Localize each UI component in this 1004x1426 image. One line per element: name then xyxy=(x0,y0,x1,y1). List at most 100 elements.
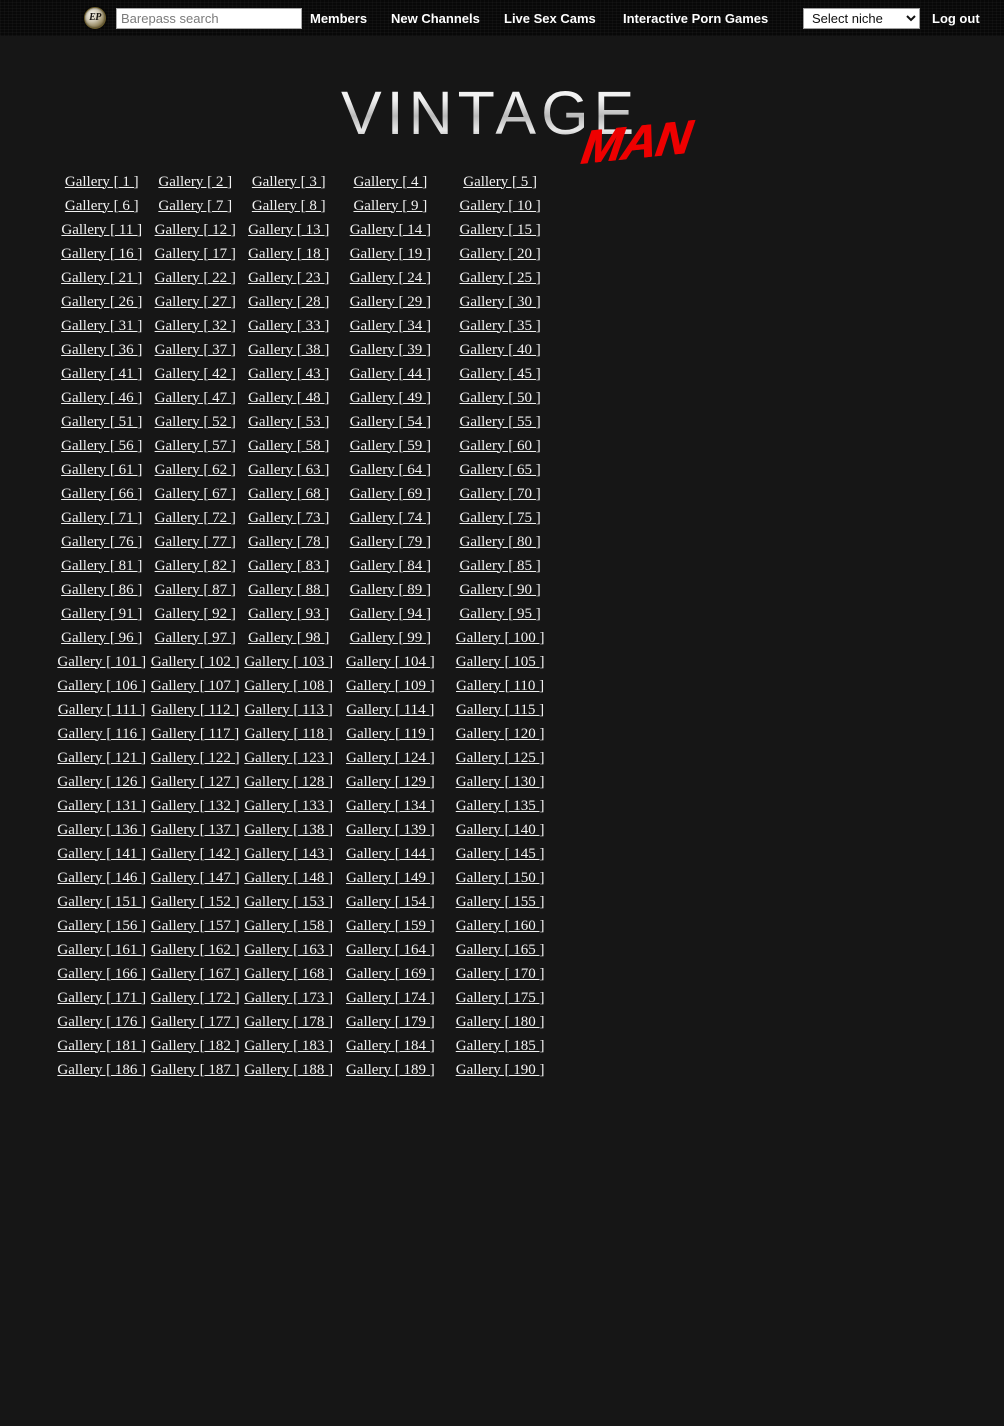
gallery-link[interactable]: Gallery [ 30 ] xyxy=(459,294,540,310)
gallery-link[interactable]: Gallery [ 22 ] xyxy=(155,270,236,286)
gallery-link[interactable]: Gallery [ 64 ] xyxy=(350,462,431,478)
gallery-link[interactable]: Gallery [ 118 ] xyxy=(245,726,333,742)
gallery-link[interactable]: Gallery [ 173 ] xyxy=(244,990,333,1006)
gallery-link[interactable]: Gallery [ 74 ] xyxy=(350,510,431,526)
gallery-link[interactable]: Gallery [ 156 ] xyxy=(57,918,146,934)
gallery-link[interactable]: Gallery [ 185 ] xyxy=(456,1038,545,1054)
gallery-link[interactable]: Gallery [ 125 ] xyxy=(456,750,545,766)
gallery-link[interactable]: Gallery [ 110 ] xyxy=(456,678,544,694)
gallery-link[interactable]: Gallery [ 29 ] xyxy=(350,294,431,310)
gallery-link[interactable]: Gallery [ 165 ] xyxy=(456,942,545,958)
gallery-link[interactable]: Gallery [ 190 ] xyxy=(456,1062,545,1078)
gallery-link[interactable]: Gallery [ 73 ] xyxy=(248,510,329,526)
gallery-link[interactable]: Gallery [ 127 ] xyxy=(151,774,240,790)
niche-select-dropdown[interactable]: Select niche xyxy=(803,8,920,29)
gallery-link[interactable]: Gallery [ 4 ] xyxy=(353,174,427,190)
gallery-link[interactable]: Gallery [ 154 ] xyxy=(346,894,435,910)
gallery-link[interactable]: Gallery [ 91 ] xyxy=(61,606,142,622)
gallery-link[interactable]: Gallery [ 96 ] xyxy=(61,630,142,646)
gallery-link[interactable]: Gallery [ 166 ] xyxy=(57,966,146,982)
gallery-link[interactable]: Gallery [ 72 ] xyxy=(155,510,236,526)
gallery-link[interactable]: Gallery [ 25 ] xyxy=(459,270,540,286)
gallery-link[interactable]: Gallery [ 181 ] xyxy=(57,1038,146,1054)
gallery-link[interactable]: Gallery [ 75 ] xyxy=(459,510,540,526)
gallery-link[interactable]: Gallery [ 50 ] xyxy=(459,390,540,406)
gallery-link[interactable]: Gallery [ 141 ] xyxy=(57,846,146,862)
search-input[interactable] xyxy=(116,8,302,29)
gallery-link[interactable]: Gallery [ 164 ] xyxy=(346,942,435,958)
gallery-link[interactable]: Gallery [ 51 ] xyxy=(61,414,142,430)
gallery-link[interactable]: Gallery [ 49 ] xyxy=(350,390,431,406)
gallery-link[interactable]: Gallery [ 152 ] xyxy=(151,894,240,910)
gallery-link[interactable]: Gallery [ 139 ] xyxy=(346,822,435,838)
gallery-link[interactable]: Gallery [ 12 ] xyxy=(155,222,236,238)
gallery-link[interactable]: Gallery [ 89 ] xyxy=(350,582,431,598)
gallery-link[interactable]: Gallery [ 174 ] xyxy=(346,990,435,1006)
gallery-link[interactable]: Gallery [ 41 ] xyxy=(61,366,142,382)
gallery-link[interactable]: Gallery [ 146 ] xyxy=(57,870,146,886)
gallery-link[interactable]: Gallery [ 63 ] xyxy=(248,462,329,478)
gallery-link[interactable]: Gallery [ 116 ] xyxy=(58,726,146,742)
gallery-link[interactable]: Gallery [ 40 ] xyxy=(459,342,540,358)
gallery-link[interactable]: Gallery [ 9 ] xyxy=(353,198,427,214)
gallery-link[interactable]: Gallery [ 168 ] xyxy=(244,966,333,982)
gallery-link[interactable]: Gallery [ 100 ] xyxy=(456,630,545,646)
gallery-link[interactable]: Gallery [ 123 ] xyxy=(244,750,333,766)
gallery-link[interactable]: Gallery [ 172 ] xyxy=(151,990,240,1006)
gallery-link[interactable]: Gallery [ 48 ] xyxy=(248,390,329,406)
gallery-link[interactable]: Gallery [ 69 ] xyxy=(350,486,431,502)
gallery-link[interactable]: Gallery [ 99 ] xyxy=(350,630,431,646)
gallery-link[interactable]: Gallery [ 54 ] xyxy=(350,414,431,430)
gallery-link[interactable]: Gallery [ 58 ] xyxy=(248,438,329,454)
gallery-link[interactable]: Gallery [ 93 ] xyxy=(248,606,329,622)
gallery-link[interactable]: Gallery [ 157 ] xyxy=(151,918,240,934)
gallery-link[interactable]: Gallery [ 46 ] xyxy=(61,390,142,406)
gallery-link[interactable]: Gallery [ 13 ] xyxy=(248,222,329,238)
gallery-link[interactable]: Gallery [ 94 ] xyxy=(350,606,431,622)
gallery-link[interactable]: Gallery [ 28 ] xyxy=(248,294,329,310)
gallery-link[interactable]: Gallery [ 45 ] xyxy=(459,366,540,382)
gallery-link[interactable]: Gallery [ 31 ] xyxy=(61,318,142,334)
gallery-link[interactable]: Gallery [ 16 ] xyxy=(61,246,142,262)
gallery-link[interactable]: Gallery [ 182 ] xyxy=(151,1038,240,1054)
gallery-link[interactable]: Gallery [ 187 ] xyxy=(151,1062,240,1078)
gallery-link[interactable]: Gallery [ 81 ] xyxy=(61,558,142,574)
gallery-link[interactable]: Gallery [ 171 ] xyxy=(57,990,146,1006)
gallery-link[interactable]: Gallery [ 106 ] xyxy=(57,678,146,694)
gallery-link[interactable]: Gallery [ 85 ] xyxy=(459,558,540,574)
gallery-link[interactable]: Gallery [ 17 ] xyxy=(155,246,236,262)
gallery-link[interactable]: Gallery [ 14 ] xyxy=(350,222,431,238)
gallery-link[interactable]: Gallery [ 178 ] xyxy=(244,1014,333,1030)
gallery-link[interactable]: Gallery [ 52 ] xyxy=(155,414,236,430)
gallery-link[interactable]: Gallery [ 147 ] xyxy=(151,870,240,886)
gallery-link[interactable]: Gallery [ 184 ] xyxy=(346,1038,435,1054)
gallery-link[interactable]: Gallery [ 144 ] xyxy=(346,846,435,862)
gallery-link[interactable]: Gallery [ 8 ] xyxy=(252,198,326,214)
gallery-link[interactable]: Gallery [ 61 ] xyxy=(61,462,142,478)
gallery-link[interactable]: Gallery [ 62 ] xyxy=(155,462,236,478)
nav-log-out[interactable]: Log out xyxy=(932,11,980,26)
gallery-link[interactable]: Gallery [ 148 ] xyxy=(244,870,333,886)
gallery-link[interactable]: Gallery [ 105 ] xyxy=(456,654,545,670)
gallery-link[interactable]: Gallery [ 175 ] xyxy=(456,990,545,1006)
gallery-link[interactable]: Gallery [ 143 ] xyxy=(244,846,333,862)
gallery-link[interactable]: Gallery [ 167 ] xyxy=(151,966,240,982)
gallery-link[interactable]: Gallery [ 66 ] xyxy=(61,486,142,502)
gallery-link[interactable]: Gallery [ 32 ] xyxy=(155,318,236,334)
gallery-link[interactable]: Gallery [ 5 ] xyxy=(463,174,537,190)
gallery-link[interactable]: Gallery [ 90 ] xyxy=(459,582,540,598)
gallery-link[interactable]: Gallery [ 56 ] xyxy=(61,438,142,454)
gallery-link[interactable]: Gallery [ 111 ] xyxy=(58,702,146,718)
gallery-link[interactable]: Gallery [ 129 ] xyxy=(346,774,435,790)
gallery-link[interactable]: Gallery [ 176 ] xyxy=(57,1014,146,1030)
gallery-link[interactable]: Gallery [ 47 ] xyxy=(155,390,236,406)
gallery-link[interactable]: Gallery [ 86 ] xyxy=(61,582,142,598)
gallery-link[interactable]: Gallery [ 92 ] xyxy=(155,606,236,622)
gallery-link[interactable]: Gallery [ 84 ] xyxy=(350,558,431,574)
gallery-link[interactable]: Gallery [ 135 ] xyxy=(456,798,545,814)
gallery-link[interactable]: Gallery [ 102 ] xyxy=(151,654,240,670)
gallery-link[interactable]: Gallery [ 103 ] xyxy=(244,654,333,670)
gallery-link[interactable]: Gallery [ 77 ] xyxy=(155,534,236,550)
gallery-link[interactable]: Gallery [ 79 ] xyxy=(350,534,431,550)
gallery-link[interactable]: Gallery [ 145 ] xyxy=(456,846,545,862)
